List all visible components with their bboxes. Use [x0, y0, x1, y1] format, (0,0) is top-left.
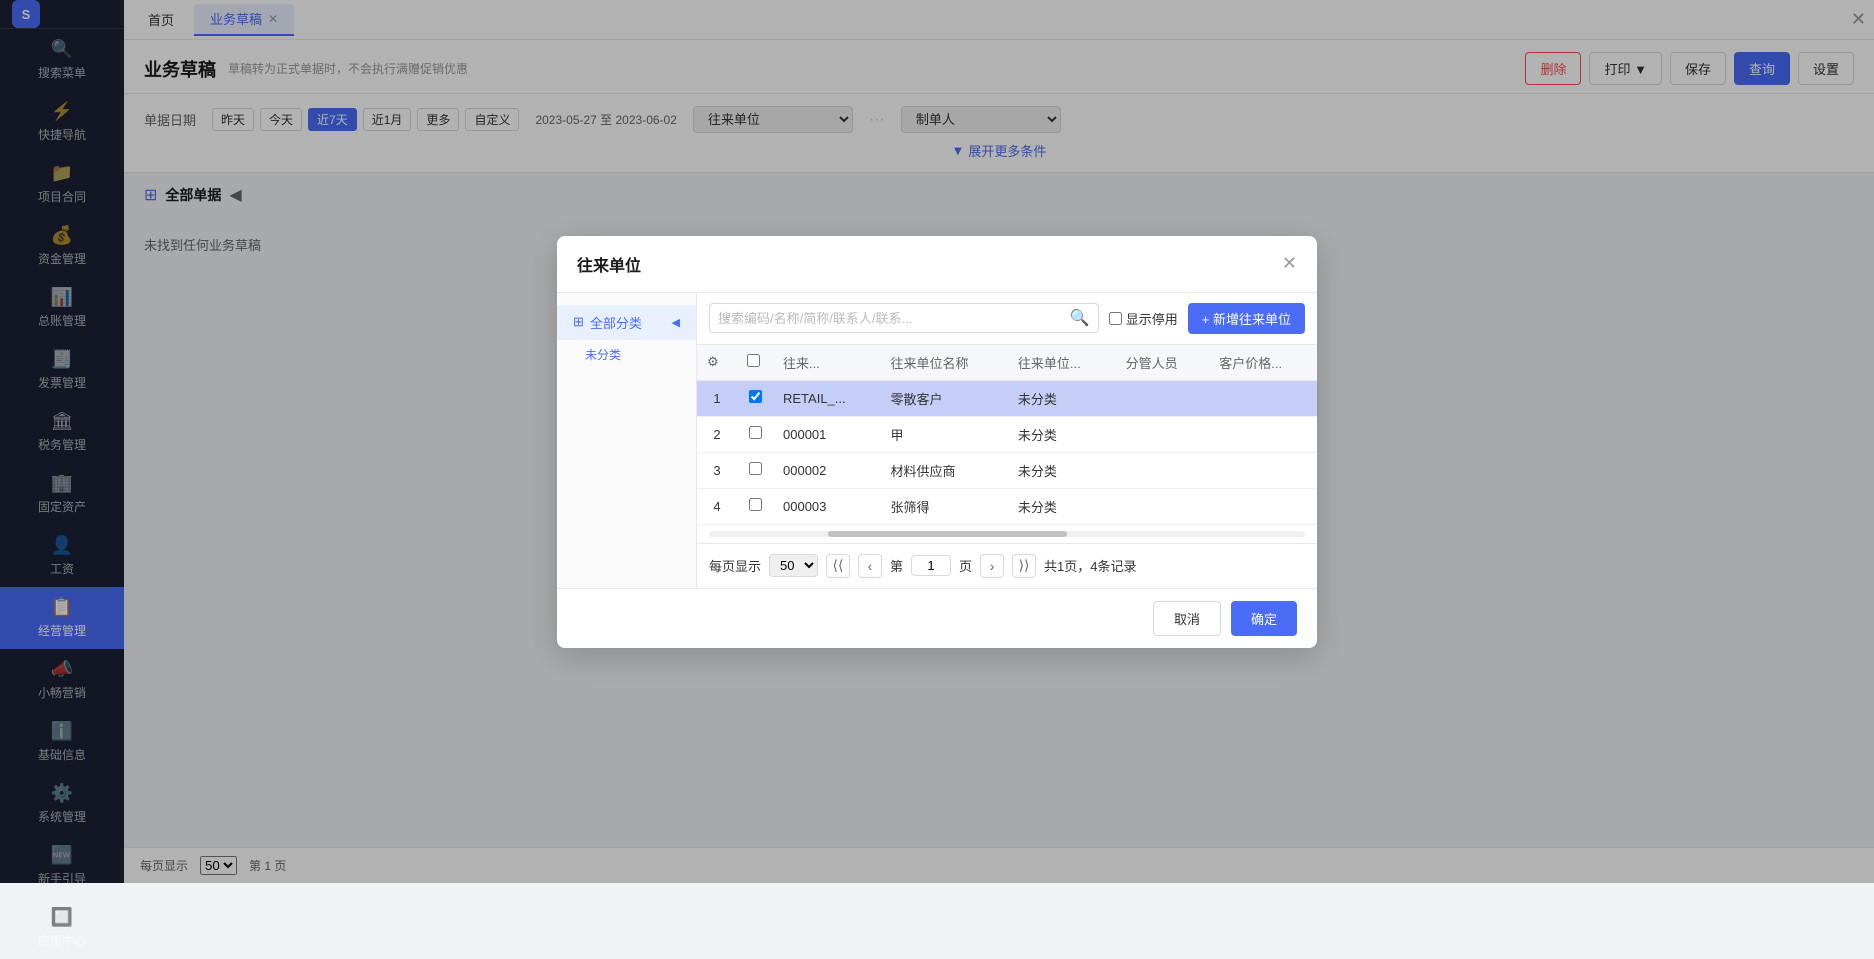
per-page-label: 每页显示 — [709, 556, 761, 575]
row-name: 张筛得 — [880, 488, 1007, 524]
row-category: 未分类 — [1008, 380, 1116, 416]
uncategorized-label: 未分类 — [585, 348, 621, 362]
row-manager — [1116, 416, 1210, 452]
col-header-code: 往来... — [773, 345, 880, 381]
row-num: 3 — [697, 452, 737, 488]
dialog-sidebar-all[interactable]: ⊞ 全部分类 ◀ — [557, 305, 696, 340]
scrollbar-thumb[interactable] — [828, 531, 1066, 537]
row-price — [1209, 452, 1317, 488]
row-name: 零散客户 — [880, 380, 1007, 416]
row-category: 未分类 — [1008, 488, 1116, 524]
col-header-check — [737, 345, 773, 381]
confirm-button[interactable]: 确定 — [1231, 601, 1297, 636]
row-code: 000002 — [773, 452, 880, 488]
row-num: 2 — [697, 416, 737, 452]
row-code: 000001 — [773, 416, 880, 452]
appstore-icon: 🔲 — [51, 907, 73, 928]
all-category-label: 全部分类 — [590, 313, 642, 332]
dialog-table-wrap: ⚙ 往来... 往来单位名称 往来单位... 分管人员 客户价格... — [697, 345, 1317, 525]
dialog-footer: 取消 确定 — [557, 588, 1317, 648]
table-row[interactable]: 3 000002 材料供应商 未分类 — [697, 452, 1317, 488]
col-header-category: 往来单位... — [1008, 345, 1116, 381]
search-input-wrap[interactable]: 🔍 — [709, 303, 1099, 333]
dialog-body: ⊞ 全部分类 ◀ 未分类 🔍 显示停用 — [557, 293, 1317, 588]
dialog-sidebar: ⊞ 全部分类 ◀ 未分类 — [557, 293, 697, 588]
dialog-header: 往来单位 ✕ — [557, 236, 1317, 293]
sidebar-item-appstore[interactable]: 🔲 应用中心 — [0, 897, 124, 959]
table-row[interactable]: 1 RETAIL_... 零散客户 未分类 — [697, 380, 1317, 416]
row-check[interactable] — [737, 452, 773, 488]
page-label-post: 页 — [959, 556, 972, 575]
col-header-name: 往来单位名称 — [880, 345, 1007, 381]
dialog-pagination: 每页显示 50 ⟨⟨ ‹ 第 页 › ⟩⟩ 共1页，4条记录 — [697, 543, 1317, 588]
next-page-btn[interactable]: › — [980, 554, 1004, 578]
search-input[interactable] — [718, 311, 1064, 326]
show-disabled-checkbox[interactable] — [1109, 312, 1122, 325]
per-page-select[interactable]: 50 — [769, 554, 818, 577]
modal-overlay: 往来单位 ✕ ⊞ 全部分类 ◀ 未分类 — [0, 0, 1874, 883]
table-row[interactable]: 4 000003 张筛得 未分类 — [697, 488, 1317, 524]
row-price — [1209, 416, 1317, 452]
row-category: 未分类 — [1008, 452, 1116, 488]
row-manager — [1116, 488, 1210, 524]
table-header-row: ⚙ 往来... 往来单位名称 往来单位... 分管人员 客户价格... — [697, 345, 1317, 381]
sidebar-item-label: 应用中心 — [38, 932, 86, 949]
search-icon: 🔍 — [1070, 308, 1090, 328]
total-records: 共1页，4条记录 — [1044, 556, 1136, 575]
row-price — [1209, 380, 1317, 416]
show-disabled-label[interactable]: 显示停用 — [1109, 309, 1178, 328]
col-header-manager: 分管人员 — [1116, 345, 1210, 381]
page-label-pre: 第 — [890, 556, 903, 575]
collapse-sidebar-icon[interactable]: ◀ — [672, 316, 680, 329]
prev-page-btn[interactable]: ‹ — [858, 554, 882, 578]
partner-dialog: 往来单位 ✕ ⊞ 全部分类 ◀ 未分类 — [557, 236, 1317, 648]
row-check[interactable] — [737, 488, 773, 524]
horizontal-scrollbar[interactable] — [709, 531, 1305, 537]
row-name: 甲 — [880, 416, 1007, 452]
page-number-input[interactable] — [911, 555, 951, 576]
row-check[interactable] — [737, 416, 773, 452]
table-row[interactable]: 2 000001 甲 未分类 — [697, 416, 1317, 452]
col-header-num: ⚙ — [697, 345, 737, 381]
add-partner-button[interactable]: + 新增往来单位 — [1188, 303, 1305, 334]
last-page-btn[interactable]: ⟩⟩ — [1012, 554, 1036, 578]
row-name: 材料供应商 — [880, 452, 1007, 488]
row-num: 4 — [697, 488, 737, 524]
first-page-btn[interactable]: ⟨⟨ — [826, 554, 850, 578]
dialog-table: ⚙ 往来... 往来单位名称 往来单位... 分管人员 客户价格... — [697, 345, 1317, 525]
grid-icon-small: ⊞ — [573, 314, 584, 330]
dialog-close-button[interactable]: ✕ — [1282, 253, 1297, 274]
row-code: RETAIL_... — [773, 380, 880, 416]
row-num: 1 — [697, 380, 737, 416]
row-manager — [1116, 380, 1210, 416]
dialog-search-bar: 🔍 显示停用 + 新增往来单位 — [697, 293, 1317, 345]
dialog-sidebar-uncategorized[interactable]: 未分类 — [557, 340, 696, 369]
cancel-button[interactable]: 取消 — [1153, 601, 1221, 636]
row-code: 000003 — [773, 488, 880, 524]
dialog-title: 往来单位 — [577, 252, 641, 276]
select-all-checkbox[interactable] — [747, 354, 760, 367]
row-category: 未分类 — [1008, 416, 1116, 452]
row-price — [1209, 488, 1317, 524]
col-header-price: 客户价格... — [1209, 345, 1317, 381]
row-manager — [1116, 452, 1210, 488]
dialog-content: 🔍 显示停用 + 新增往来单位 ⚙ — [697, 293, 1317, 588]
row-check[interactable] — [737, 380, 773, 416]
